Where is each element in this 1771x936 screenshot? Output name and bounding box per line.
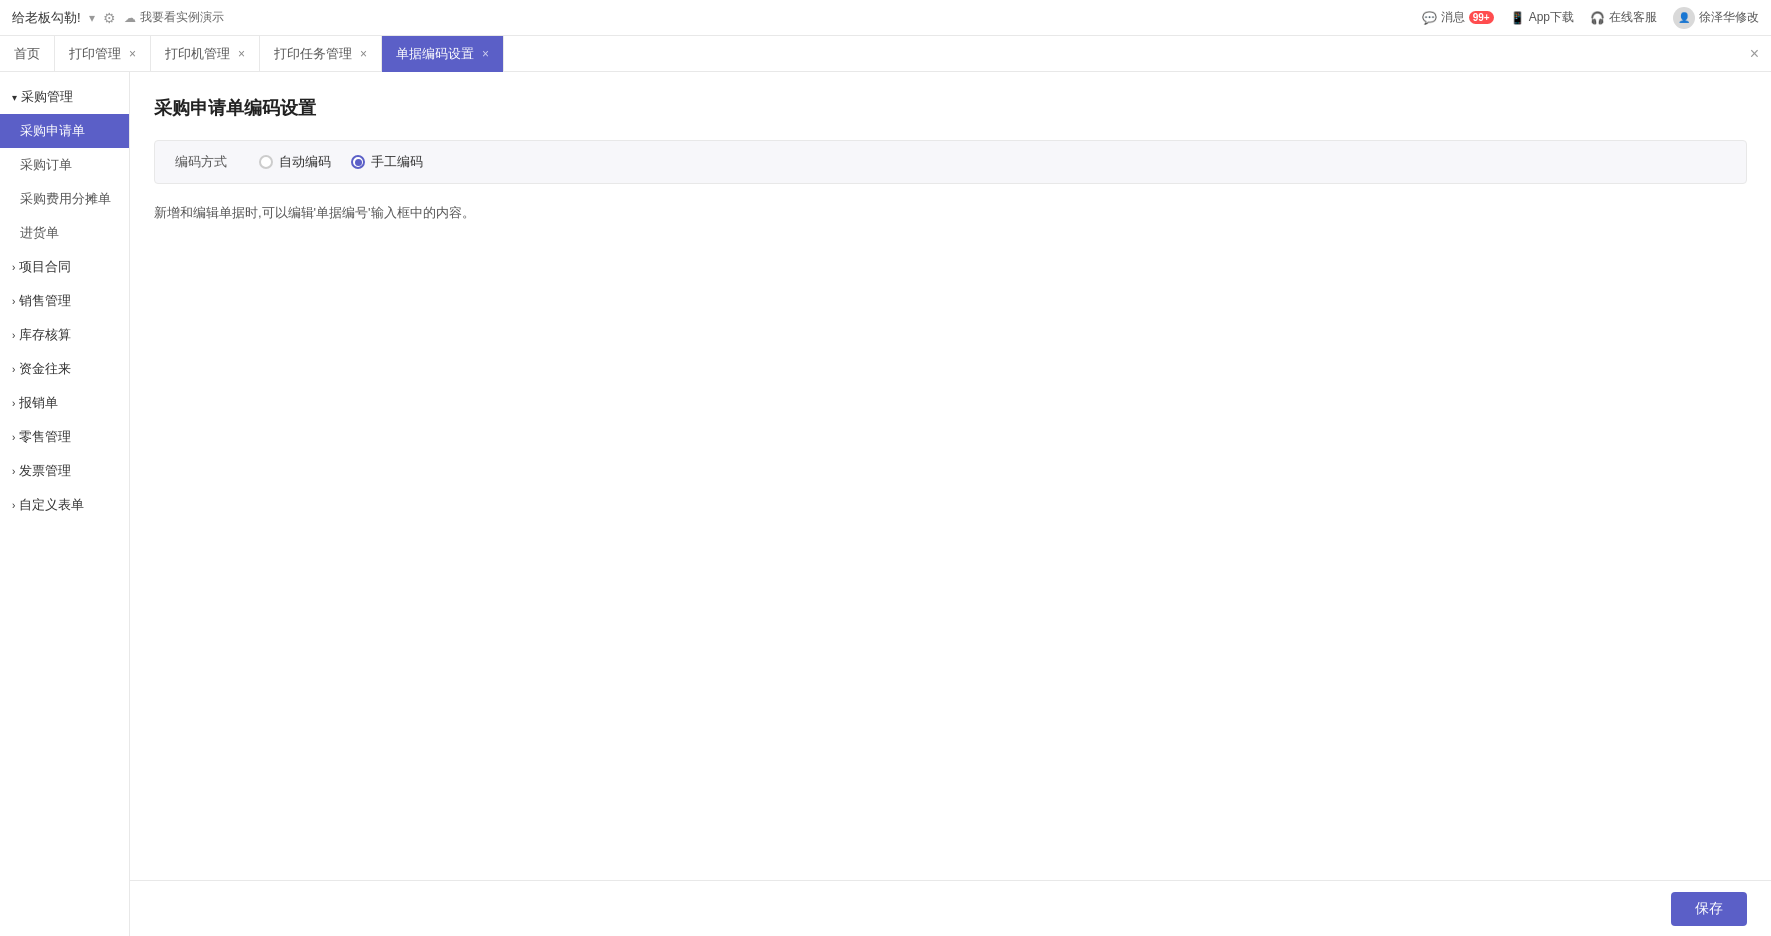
phone-icon: 📱 (1510, 11, 1525, 25)
sidebar-group-returns-title[interactable]: › 报销单 (0, 386, 129, 420)
top-bar-right: 💬 消息 99+ 📱 App下载 🎧 在线客服 👤 徐泽华修改 (1422, 7, 1759, 29)
sidebar-group-purchase: ▾ 采购管理 采购申请单 采购订单 采购费用分摊单 进货单 (0, 80, 129, 250)
tab-print-task-mgmt[interactable]: 打印任务管理 × (260, 36, 382, 72)
tab-print-task-mgmt-close[interactable]: × (360, 47, 367, 61)
sidebar-item-purchase-expense[interactable]: 采购费用分摊单 (0, 182, 129, 216)
sidebar-group-retail-title[interactable]: › 零售管理 (0, 420, 129, 454)
sidebar-group-retail: › 零售管理 (0, 420, 129, 454)
hint-text: 新增和编辑单据时,可以编辑'单据编号'输入框中的内容。 (154, 204, 1747, 222)
main-layout: ▾ 采购管理 采购申请单 采购订单 采购费用分摊单 进货单 › 项目合同 › 销… (0, 72, 1771, 936)
tab-barcode-setting-close[interactable]: × (482, 47, 489, 61)
tab-print-mgmt-label: 打印管理 (69, 45, 121, 63)
user-name: 徐泽华修改 (1699, 9, 1759, 26)
app-download-label: App下载 (1529, 9, 1574, 26)
sidebar-group-purchase-title[interactable]: ▾ 采购管理 (0, 80, 129, 114)
arrow-right-icon-3: › (12, 330, 15, 341)
tab-printer-mgmt[interactable]: 打印机管理 × (151, 36, 260, 72)
sidebar-group-custom-forms: › 自定义表单 (0, 488, 129, 522)
tab-print-mgmt-close[interactable]: × (129, 47, 136, 61)
close-all-button[interactable]: × (1738, 45, 1771, 63)
sidebar-group-funds-label: 资金往来 (19, 360, 71, 378)
tab-bar: 首页 打印管理 × 打印机管理 × 打印任务管理 × 单据编码设置 × × (0, 36, 1771, 72)
sidebar-item-stock-in[interactable]: 进货单 (0, 216, 129, 250)
sidebar-group-returns: › 报销单 (0, 386, 129, 420)
sidebar-group-project-contract-label: 项目合同 (19, 258, 71, 276)
arrow-right-icon-1: › (12, 262, 15, 273)
sidebar-group-custom-forms-label: 自定义表单 (19, 496, 84, 514)
sidebar-group-project-contract-title[interactable]: › 项目合同 (0, 250, 129, 284)
demo-text: 我要看实例演示 (140, 9, 224, 26)
radio-manual-code-label: 手工编码 (371, 153, 423, 171)
sidebar-item-purchase-order[interactable]: 采购订单 (0, 148, 129, 182)
sidebar-group-inventory-label: 库存核算 (19, 326, 71, 344)
sidebar-group-sales-title[interactable]: › 销售管理 (0, 284, 129, 318)
encoding-section: 编码方式 自动编码 手工编码 (154, 140, 1747, 184)
sidebar-group-returns-label: 报销单 (19, 394, 58, 412)
sidebar-group-funds-title[interactable]: › 资金往来 (0, 352, 129, 386)
user-info-button[interactable]: 👤 徐泽华修改 (1673, 7, 1759, 29)
encoding-label: 编码方式 (175, 153, 227, 171)
tab-home-label: 首页 (14, 45, 40, 63)
tab-barcode-setting-label: 单据编码设置 (396, 45, 474, 63)
content-area: 采购申请单编码设置 编码方式 自动编码 手工编码 新增和编辑单据时,可以编辑'单… (130, 72, 1771, 936)
arrow-right-icon-8: › (12, 500, 15, 511)
content-footer: 保存 (130, 880, 1771, 936)
cloud-icon: ☁ (124, 11, 136, 25)
sidebar-item-purchase-request[interactable]: 采购申请单 (0, 114, 129, 148)
tab-printer-mgmt-label: 打印机管理 (165, 45, 230, 63)
tab-home[interactable]: 首页 (0, 36, 55, 72)
sidebar-group-invoice-label: 发票管理 (19, 462, 71, 480)
online-service-button[interactable]: 🎧 在线客服 (1590, 9, 1657, 26)
sidebar-group-custom-forms-title[interactable]: › 自定义表单 (0, 488, 129, 522)
sidebar-group-funds: › 资金往来 (0, 352, 129, 386)
arrow-right-icon-6: › (12, 432, 15, 443)
sidebar-group-purchase-label: 采购管理 (21, 88, 73, 106)
radio-auto-code-label: 自动编码 (279, 153, 331, 171)
app-download-button[interactable]: 📱 App下载 (1510, 9, 1574, 26)
arrow-right-icon-7: › (12, 466, 15, 477)
dropdown-icon[interactable]: ▾ (89, 11, 95, 25)
sidebar-group-invoice: › 发票管理 (0, 454, 129, 488)
tab-print-mgmt[interactable]: 打印管理 × (55, 36, 151, 72)
notification-badge: 99+ (1469, 11, 1494, 24)
notification-button[interactable]: 💬 消息 99+ (1422, 9, 1494, 26)
sidebar-group-inventory-title[interactable]: › 库存核算 (0, 318, 129, 352)
tab-printer-mgmt-close[interactable]: × (238, 47, 245, 61)
app-title: 给老板勾勒! (12, 9, 81, 27)
gear-icon[interactable]: ⚙ (103, 10, 116, 26)
arrow-right-icon-5: › (12, 398, 15, 409)
radio-auto-code-circle (259, 155, 273, 169)
tab-print-task-mgmt-label: 打印任务管理 (274, 45, 352, 63)
demo-link[interactable]: ☁ 我要看实例演示 (124, 9, 224, 26)
save-button[interactable]: 保存 (1671, 892, 1747, 926)
sidebar-group-project-contract: › 项目合同 (0, 250, 129, 284)
sidebar-group-invoice-title[interactable]: › 发票管理 (0, 454, 129, 488)
tab-barcode-setting[interactable]: 单据编码设置 × (382, 36, 504, 72)
radio-group: 自动编码 手工编码 (259, 153, 423, 171)
headset-icon: 🎧 (1590, 11, 1605, 25)
arrow-right-icon-4: › (12, 364, 15, 375)
sidebar-group-sales-label: 销售管理 (19, 292, 71, 310)
radio-manual-code-circle (351, 155, 365, 169)
message-icon: 💬 (1422, 11, 1437, 25)
radio-auto-code[interactable]: 自动编码 (259, 153, 331, 171)
radio-manual-code[interactable]: 手工编码 (351, 153, 423, 171)
sidebar-group-inventory: › 库存核算 (0, 318, 129, 352)
content-inner: 采购申请单编码设置 编码方式 自动编码 手工编码 新增和编辑单据时,可以编辑'单… (130, 72, 1771, 880)
sidebar: ▾ 采购管理 采购申请单 采购订单 采购费用分摊单 进货单 › 项目合同 › 销… (0, 72, 130, 936)
sidebar-group-sales: › 销售管理 (0, 284, 129, 318)
top-bar-left: 给老板勾勒! ▾ ⚙ ☁ 我要看实例演示 (12, 9, 224, 27)
arrow-right-icon-2: › (12, 296, 15, 307)
sidebar-group-retail-label: 零售管理 (19, 428, 71, 446)
page-title: 采购申请单编码设置 (154, 96, 1747, 120)
top-bar: 给老板勾勒! ▾ ⚙ ☁ 我要看实例演示 💬 消息 99+ 📱 App下载 🎧 … (0, 0, 1771, 36)
online-service-label: 在线客服 (1609, 9, 1657, 26)
notification-label: 消息 (1441, 9, 1465, 26)
arrow-down-icon: ▾ (12, 92, 17, 103)
avatar: 👤 (1673, 7, 1695, 29)
